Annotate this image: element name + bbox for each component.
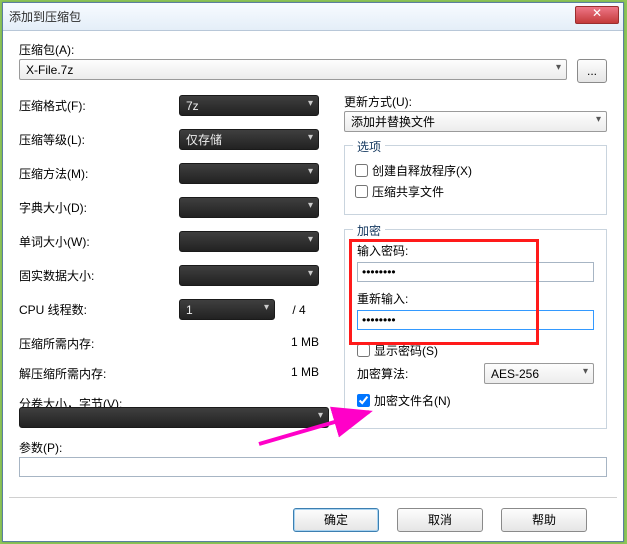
left-labels: 压缩格式(F): 压缩等级(L): 压缩方法(M): 字典大小(D): 单词大小… (19, 97, 179, 415)
update-select[interactable]: 添加并替换文件 (344, 111, 607, 132)
button-bar: 确定 取消 帮助 (9, 497, 617, 533)
encrypt-legend: 加密 (353, 222, 385, 239)
browse-button[interactable]: ... (577, 59, 607, 83)
solid-select[interactable] (179, 265, 319, 286)
share-checkbox[interactable] (355, 185, 368, 198)
update-label-row: 更新方式(U): (344, 93, 607, 110)
mem-decomp-label: 解压缩所需内存: (19, 365, 179, 395)
sfx-checkbox[interactable] (355, 164, 368, 177)
threads-select[interactable]: 1 (179, 299, 275, 320)
algo-select[interactable]: AES-256 (484, 363, 594, 384)
window-title: 添加到压缩包 (9, 8, 81, 25)
ok-button[interactable]: 确定 (293, 508, 379, 532)
archive-input[interactable]: X-File.7z (19, 59, 567, 80)
password-input[interactable] (357, 262, 594, 282)
threads-label: CPU 线程数: (19, 301, 179, 335)
format-label: 压缩格式(F): (19, 97, 179, 131)
params-label-row: 参数(P): (19, 439, 62, 456)
mem-comp-label: 压缩所需内存: (19, 335, 179, 365)
encrypt-names-label: 加密文件名(N) (374, 392, 451, 409)
params-input[interactable] (19, 457, 607, 477)
content-area: 压缩包(A): X-File.7z ... 压缩格式(F): 压缩等级(L): … (9, 37, 617, 493)
cancel-button[interactable]: 取消 (397, 508, 483, 532)
encrypt-group: 加密 输入密码: 重新输入: 显示密码(S) 加密算法: AES-256 加密文… (344, 229, 607, 429)
repassword-label: 重新输入: (357, 290, 594, 307)
sfx-label: 创建自释放程序(X) (372, 162, 472, 179)
method-select[interactable] (179, 163, 319, 184)
update-label: 更新方式(U): (344, 95, 412, 109)
solid-label: 固实数据大小: (19, 267, 179, 301)
algo-label: 加密算法: (357, 365, 408, 382)
level-select[interactable]: 仅存储 (179, 129, 319, 150)
dialog-window: 添加到压缩包 ✕ 压缩包(A): X-File.7z ... 压缩格式(F): … (2, 2, 624, 542)
show-password-label: 显示密码(S) (374, 342, 438, 359)
close-button[interactable]: ✕ (575, 6, 619, 24)
close-icon: ✕ (592, 6, 602, 20)
repassword-input[interactable] (357, 310, 594, 330)
mem-decomp-value: 1 MB (179, 363, 329, 393)
archive-row: X-File.7z ... (19, 59, 607, 83)
password-label: 输入密码: (357, 242, 594, 259)
dictionary-select[interactable] (179, 197, 319, 218)
split-select[interactable] (19, 407, 329, 428)
left-controls: 7z 仅存储 1 / 4 1 MB 1 MB (179, 95, 329, 393)
archive-label: 压缩包(A): (19, 43, 74, 57)
show-password-checkbox[interactable] (357, 344, 370, 357)
format-select[interactable]: 7z (179, 95, 319, 116)
encrypt-names-checkbox[interactable] (357, 394, 370, 407)
options-legend: 选项 (353, 138, 385, 155)
share-label: 压缩共享文件 (372, 183, 444, 200)
mem-comp-value: 1 MB (179, 333, 329, 363)
dictionary-label: 字典大小(D): (19, 199, 179, 233)
word-label: 单词大小(W): (19, 233, 179, 267)
options-group: 选项 创建自释放程序(X) 压缩共享文件 (344, 145, 607, 215)
level-label: 压缩等级(L): (19, 131, 179, 165)
threads-max: / 4 (292, 303, 305, 317)
word-select[interactable] (179, 231, 319, 252)
method-label: 压缩方法(M): (19, 165, 179, 199)
help-button[interactable]: 帮助 (501, 508, 587, 532)
archive-label-row: 压缩包(A): (19, 41, 607, 58)
params-label: 参数(P): (19, 441, 62, 455)
titlebar: 添加到压缩包 ✕ (3, 3, 623, 31)
